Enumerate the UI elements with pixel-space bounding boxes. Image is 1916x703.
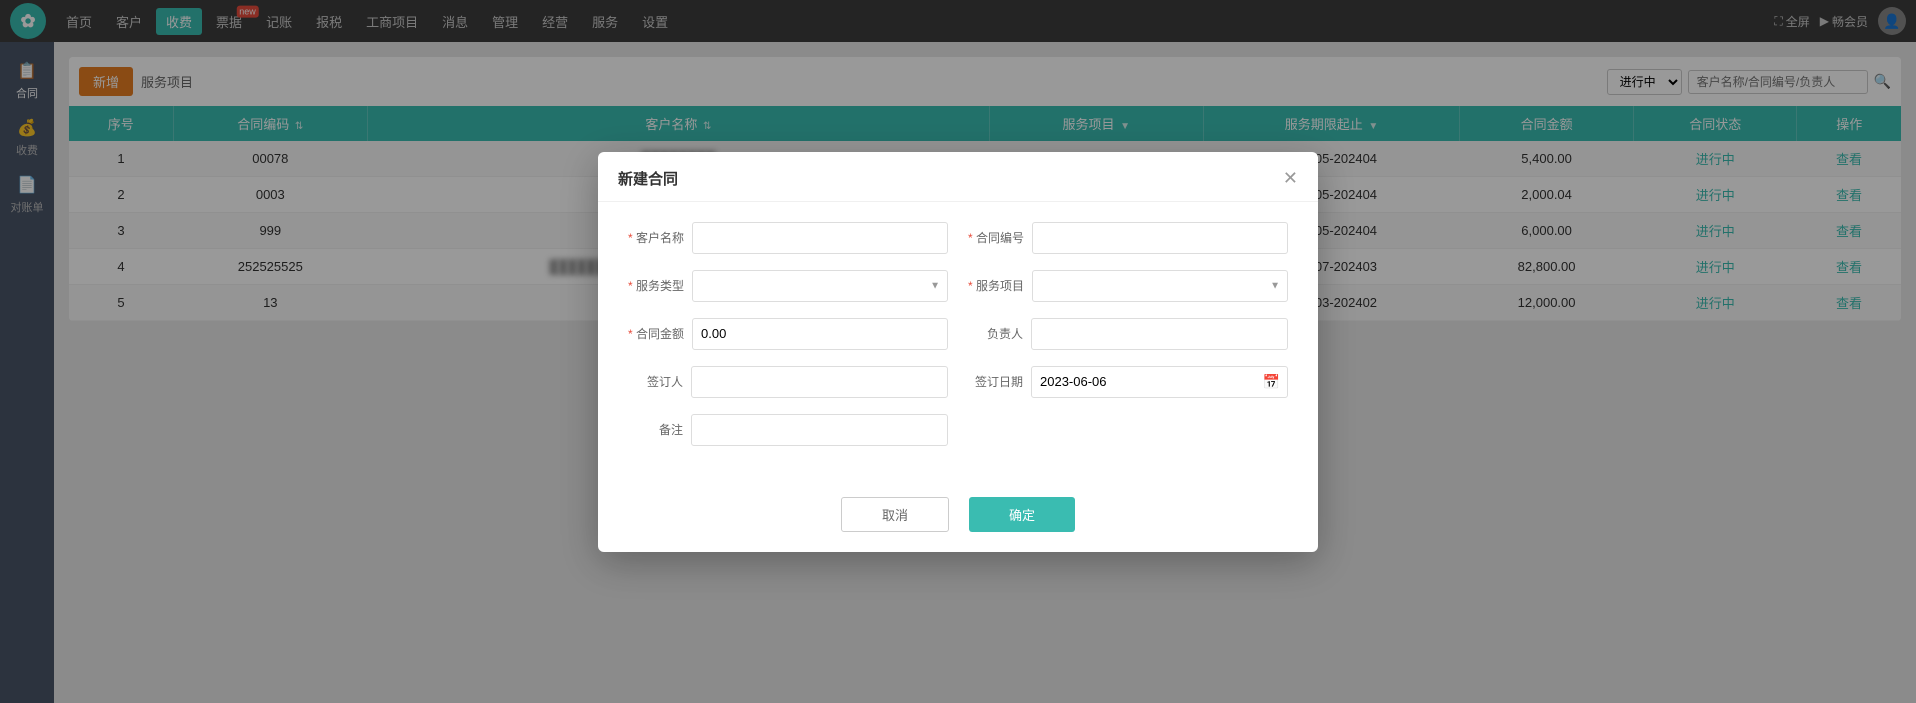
contract-no-input[interactable] (1032, 222, 1288, 254)
modal-body: 客户名称 合同编号 服务类型 (598, 202, 1318, 482)
customer-name-input[interactable] (692, 222, 948, 254)
field-signer: 签订人 (628, 366, 948, 398)
field-customer-name: 客户名称 (628, 222, 948, 254)
service-item-select[interactable] (1032, 270, 1288, 302)
contract-amount-input[interactable] (692, 318, 948, 350)
field-sign-date: 签订日期 📅 (968, 366, 1288, 398)
modal-header: 新建合同 ✕ (598, 152, 1318, 202)
service-item-label: 服务项目 (968, 277, 1024, 294)
service-type-select[interactable] (692, 270, 948, 302)
field-service-item: 服务项目 (968, 270, 1288, 302)
modal-overlay[interactable]: 新建合同 ✕ 客户名称 合同编号 服务类型 (0, 0, 1916, 703)
sign-date-input[interactable] (1031, 366, 1288, 398)
field-remark: 备注 (628, 414, 948, 446)
field-responsible-person: 负责人 (968, 318, 1288, 350)
confirm-button[interactable]: 确定 (969, 497, 1075, 532)
field-contract-amount: 合同金额 (628, 318, 948, 350)
signer-input[interactable] (691, 366, 948, 398)
cancel-button[interactable]: 取消 (841, 497, 949, 532)
new-contract-modal: 新建合同 ✕ 客户名称 合同编号 服务类型 (598, 152, 1318, 552)
signer-label: 签订人 (628, 373, 683, 390)
sign-date-label: 签订日期 (968, 373, 1023, 390)
customer-name-label: 客户名称 (628, 229, 684, 246)
responsible-person-label: 负责人 (968, 325, 1023, 342)
responsible-person-input[interactable] (1031, 318, 1288, 350)
contract-amount-label: 合同金额 (628, 325, 684, 342)
remark-label: 备注 (628, 421, 683, 438)
modal-footer: 取消 确定 (598, 482, 1318, 552)
form-row-2: 服务类型 服务项目 (628, 270, 1288, 302)
field-service-type: 服务类型 (628, 270, 948, 302)
form-row-5: 备注 (628, 414, 1288, 446)
remark-input[interactable] (691, 414, 948, 446)
contract-no-label: 合同编号 (968, 229, 1024, 246)
field-contract-no: 合同编号 (968, 222, 1288, 254)
form-row-4: 签订人 签订日期 📅 (628, 366, 1288, 398)
form-row-1: 客户名称 合同编号 (628, 222, 1288, 254)
service-type-label: 服务类型 (628, 277, 684, 294)
form-row-3: 合同金额 负责人 (628, 318, 1288, 350)
modal-close-button[interactable]: ✕ (1283, 169, 1298, 187)
modal-title: 新建合同 (618, 168, 678, 189)
